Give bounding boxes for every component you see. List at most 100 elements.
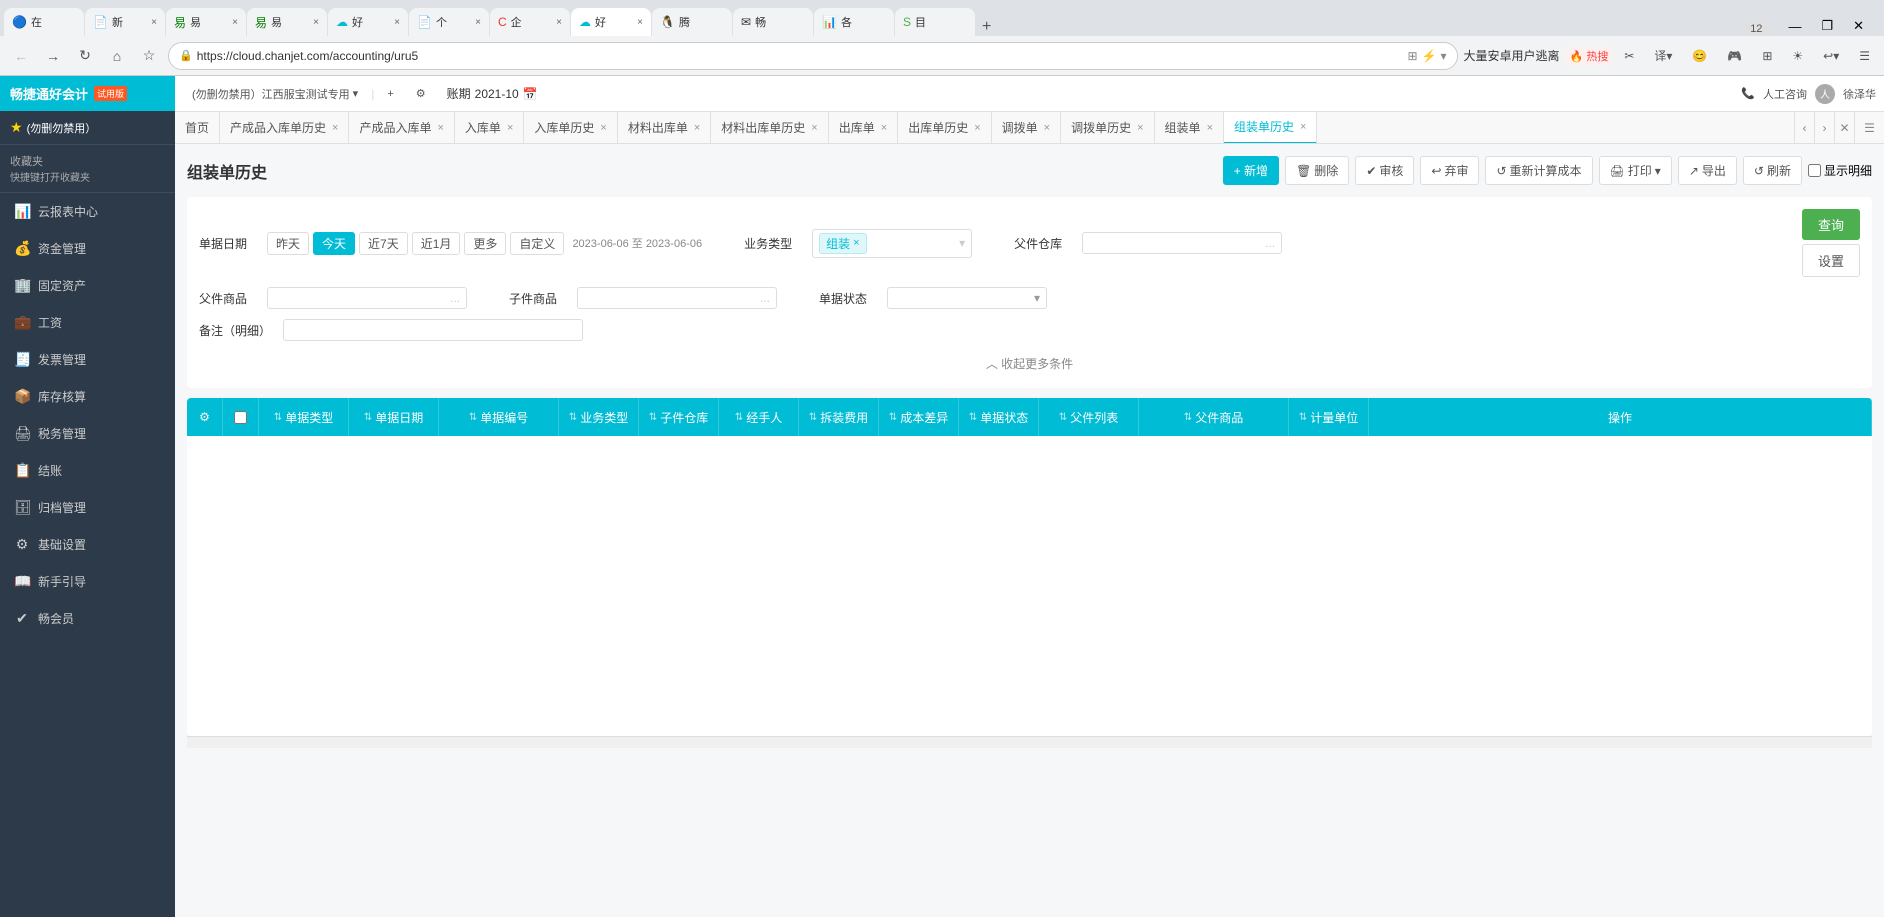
th-date[interactable]: ⇅ 单据日期 (349, 398, 439, 436)
th-biz-type[interactable]: ⇅ 业务类型 (559, 398, 639, 436)
refresh-btn[interactable]: ↺ 刷新 (1743, 156, 1802, 185)
nav-arrow-right[interactable]: › (1814, 112, 1834, 144)
th-parent-list[interactable]: ⇅ 父件列表 (1039, 398, 1139, 436)
nav-tab-close-in-order[interactable]: × (507, 122, 513, 134)
note-input[interactable] (290, 323, 576, 337)
address-chevron-icon[interactable]: ▾ (1441, 49, 1447, 63)
scissors-icon[interactable]: ✂ (1618, 47, 1640, 65)
scrollbar-area[interactable] (187, 736, 1872, 748)
browser-tab-9[interactable]: 🐧 腾 (652, 8, 732, 36)
maximize-btn[interactable]: ❐ (1813, 16, 1841, 36)
qr-icon[interactable]: ⊞ (1408, 49, 1418, 63)
parent-wh-input[interactable] (1089, 236, 1265, 250)
undo-icon[interactable]: ↩▾ (1817, 47, 1845, 65)
nav-tab-allot-hist[interactable]: 调拨单历史 × (1061, 112, 1154, 144)
child-goods-input[interactable] (584, 291, 760, 305)
nav-tab-in-hist[interactable]: 入库单历史 × (524, 112, 617, 144)
minimize-btn[interactable]: — (1780, 17, 1809, 36)
nav-tab-close-out-hist[interactable]: × (974, 122, 980, 134)
calendar-icon[interactable]: 📅 (523, 87, 538, 101)
th-no[interactable]: ⇅ 单据编号 (439, 398, 559, 436)
delete-btn[interactable]: 🗑 删除 (1285, 156, 1349, 185)
nav-tab-close-allot-hist[interactable]: × (1137, 122, 1143, 134)
nav-tab-mat-out-hist[interactable]: 材料出库单历史 × (711, 112, 828, 144)
back-btn[interactable]: ← (8, 43, 34, 69)
abandon-btn[interactable]: ↩ 弃审 (1420, 156, 1479, 185)
filter-settings-btn[interactable]: 设置 (1802, 244, 1860, 277)
sidebar-item-settlement[interactable]: 📋 结账 (0, 452, 175, 489)
browser-tab-2[interactable]: 📄 新 × (85, 8, 165, 36)
sidebar-item-reports[interactable]: 📊 云报表中心 (0, 193, 175, 230)
nav-tab-out-order[interactable]: 出库单 × (829, 112, 898, 144)
parent-goods-input[interactable] (274, 291, 450, 305)
date-btn-7days[interactable]: 近7天 (359, 232, 408, 255)
filter-collapse-btn[interactable]: ︿ 收起更多条件 (199, 351, 1860, 376)
parent-wh-ellipsis[interactable]: ... (1265, 236, 1275, 250)
sidebar-item-invoice[interactable]: 🧾 发票管理 (0, 341, 175, 378)
query-btn[interactable]: 查询 (1802, 209, 1860, 240)
browser-tab-7[interactable]: C 企 × (490, 8, 570, 36)
th-parent-goods[interactable]: ⇅ 父件商品 (1139, 398, 1289, 436)
date-btn-custom[interactable]: 自定义 (510, 232, 564, 255)
reload-btn[interactable]: ↻ (72, 43, 98, 69)
nav-tab-close-out-order[interactable]: × (881, 122, 887, 134)
browser-tab-3[interactable]: 易 易 × (166, 8, 246, 36)
browser-tab-12[interactable]: S 目 (895, 8, 975, 36)
recalc-btn[interactable]: ↺ 重新计算成本 (1485, 156, 1592, 185)
th-order-status[interactable]: ⇅ 单据状态 (959, 398, 1039, 436)
th-checkbox-input[interactable] (234, 411, 247, 424)
nav-tab-mat-out[interactable]: 材料出库单 × (618, 112, 711, 144)
new-tab-btn[interactable]: + (976, 18, 997, 36)
nav-tab-close-assemble-hist[interactable]: × (1300, 121, 1306, 133)
menu-icon[interactable]: ☰ (1853, 47, 1876, 65)
game-icon[interactable]: 🎮 (1721, 47, 1748, 65)
audit-btn[interactable]: ✔ 审核 (1355, 156, 1414, 185)
order-status-filter-select[interactable]: ▾ (887, 287, 1047, 309)
nav-tab-more[interactable]: ☰ (1854, 112, 1884, 144)
sidebar-company[interactable]: ★ (勿删勿禁用） (0, 111, 175, 145)
sidebar-item-tax[interactable]: 🖨 税务管理 (0, 415, 175, 452)
company-selector[interactable]: (勿删勿禁用）江西服宝测试专用 ▾ (183, 81, 367, 107)
nav-tab-close-mat-out-hist[interactable]: × (811, 122, 817, 134)
nav-tab-close-prod-in[interactable]: × (437, 122, 443, 134)
th-unit[interactable]: ⇅ 计量单位 (1289, 398, 1369, 436)
hot-tag[interactable]: 🔥 热搜 (1566, 47, 1613, 65)
nav-tab-allot[interactable]: 调拨单 × (992, 112, 1061, 144)
parent-goods-filter-input[interactable]: ... (267, 287, 467, 309)
parent-wh-filter-input[interactable]: ... (1082, 232, 1282, 254)
nav-tab-close-allot[interactable]: × (1044, 122, 1050, 134)
nav-tab-out-hist[interactable]: 出库单历史 × (898, 112, 991, 144)
date-btn-today[interactable]: 今天 (313, 232, 355, 255)
note-filter-input[interactable] (283, 319, 583, 341)
address-dropdown-icon[interactable]: ⚡ (1422, 49, 1437, 63)
nav-tab-prod-in[interactable]: 产成品入库单 × (349, 112, 454, 144)
nav-tab-prod-in-hist[interactable]: 产成品入库单历史 × (220, 112, 349, 144)
sidebar-item-guide[interactable]: 📖 新手引导 (0, 563, 175, 600)
nav-tab-close-in-hist[interactable]: × (600, 122, 606, 134)
emoji-icon[interactable]: 😊 (1686, 47, 1713, 65)
nav-arrow-left[interactable]: ‹ (1794, 112, 1814, 144)
show-detail-checkbox-label[interactable]: 显示明细 (1808, 162, 1872, 179)
child-goods-ellipsis[interactable]: ... (760, 291, 770, 305)
nav-tab-close-current[interactable]: ✕ (1834, 112, 1854, 144)
sidebar-item-settings[interactable]: ⚙ 基础设置 (0, 526, 175, 563)
translate-icon[interactable]: 译▾ (1648, 45, 1678, 66)
address-bar[interactable]: 🔒 https://cloud.chanjet.com/accounting/u… (168, 42, 1458, 70)
th-disassemble-fee[interactable]: ⇅ 拆装费用 (799, 398, 879, 436)
sidebar-item-inventory[interactable]: 📦 库存核算 (0, 378, 175, 415)
browser-tab-8[interactable]: ☁ 好 × (571, 8, 651, 36)
biz-type-tag-close[interactable]: × (853, 237, 859, 249)
browser-tab-1[interactable]: 🔵 在 (4, 8, 84, 36)
home-btn[interactable]: ⌂ (104, 43, 130, 69)
nav-tab-assemble[interactable]: 组装单 × (1155, 112, 1224, 144)
show-detail-checkbox[interactable] (1808, 164, 1821, 177)
nav-tab-home[interactable]: 首页 (175, 112, 220, 144)
forward-btn[interactable]: → (40, 43, 66, 69)
close-btn[interactable]: ✕ (1845, 16, 1872, 36)
th-settings[interactable]: ⚙ (187, 398, 223, 436)
nav-tab-close-mat-out[interactable]: × (694, 122, 700, 134)
th-checkbox[interactable] (223, 398, 259, 436)
date-btn-yesterday[interactable]: 昨天 (267, 232, 309, 255)
sidebar-item-archive[interactable]: 🗄 归档管理 (0, 489, 175, 526)
browser-tab-4[interactable]: 易 易 × (247, 8, 327, 36)
